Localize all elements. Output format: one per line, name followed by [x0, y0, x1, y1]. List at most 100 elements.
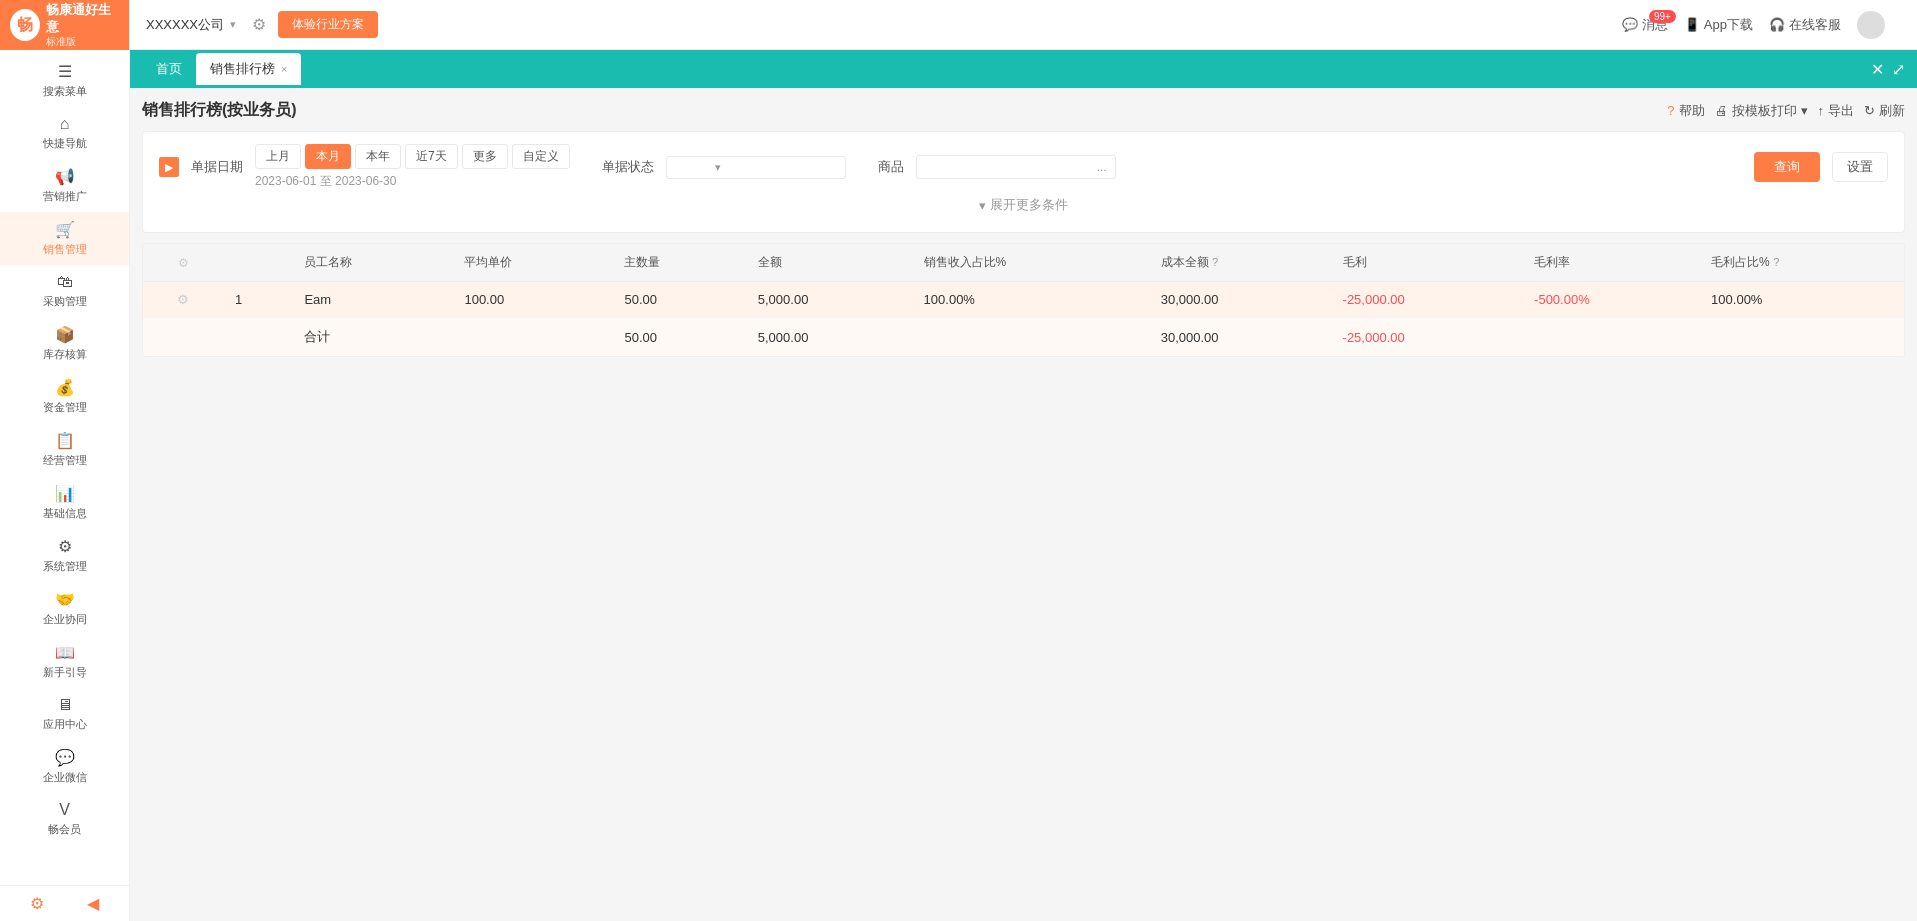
system-icon: ⚙ [58, 537, 72, 556]
goods-label: 商品 [878, 158, 904, 176]
quick-icon: ⌂ [60, 115, 70, 133]
date-btn-近7天[interactable]: 近7天 [405, 144, 458, 169]
sidebar-item-sales[interactable]: 🛒 销售管理 [0, 212, 129, 265]
col-gross-pct: 毛利占比% ? [1699, 244, 1904, 282]
sidebar-label-finance: 资金管理 [43, 400, 87, 415]
footer-rank [223, 318, 292, 357]
row-settings-icon[interactable]: ⚙ [143, 282, 223, 318]
print-button[interactable]: 🖨 按模板打印 ▾ [1715, 102, 1808, 120]
gross-pct-help-icon[interactable]: ? [1773, 256, 1779, 268]
export-button[interactable]: ↑ 导出 [1818, 102, 1855, 120]
sidebar: 畅 畅康通好生意 标准版 ☰ 搜索菜单⌂ 快捷导航📢 营销推广🛒 销售管理🛍 采… [0, 0, 130, 921]
sidebar-label-guide: 新手引导 [43, 665, 87, 680]
date-btn-本年[interactable]: 本年 [355, 144, 401, 169]
refresh-button[interactable]: ↻ 刷新 [1864, 102, 1905, 120]
company-name: XXXXXX公司 [146, 16, 224, 34]
sidebar-item-finance[interactable]: 💰 资金管理 [0, 370, 129, 423]
col-gross: 毛利 [1331, 244, 1523, 282]
sidebar-item-quick[interactable]: ⌂ 快捷导航 [0, 107, 129, 159]
date-btn-本月[interactable]: 本月 [305, 144, 351, 169]
inventory-icon: 📦 [55, 325, 75, 344]
app-download-button[interactable]: 📱 App下载 [1684, 16, 1753, 34]
footer-amount: 5,000.00 [746, 318, 912, 357]
tab-sales-ranking[interactable]: 销售排行榜 × [196, 53, 301, 85]
expand-button[interactable]: ▾ 展开更多条件 [979, 196, 1068, 214]
online-service-button[interactable]: 🎧 在线客服 [1769, 16, 1841, 34]
table-header-row: ⚙ 员工名称 平均单价 主数量 全额 销售收入占比% 成本全额 ? 毛利 毛利率… [143, 244, 1904, 282]
guide-icon: 📖 [55, 643, 75, 662]
col-name: 员工名称 [292, 244, 452, 282]
date-btn-自定义[interactable]: 自定义 [512, 144, 570, 169]
logo-area: 畅 畅康通好生意 标准版 [0, 0, 129, 50]
sidebar-settings-icon[interactable]: ⚙ [30, 894, 44, 913]
sidebar-label-search: 搜索菜单 [43, 84, 87, 99]
sidebar-item-marketing[interactable]: 📢 营销推广 [0, 159, 129, 212]
sidebar-item-wechat[interactable]: 💬 企业微信 [0, 740, 129, 793]
trial-button[interactable]: 体验行业方案 [278, 11, 378, 38]
footer-settings [143, 318, 223, 357]
col-qty: 主数量 [612, 244, 745, 282]
sidebar-label-wechat: 企业微信 [43, 770, 87, 785]
sidebar-label-marketing: 营销推广 [43, 189, 87, 204]
company-selector[interactable]: XXXXXX公司 ▾ [146, 16, 236, 34]
row-gross-rate: -500.00% [1522, 282, 1699, 318]
col-cost: 成本全额 ? [1149, 244, 1331, 282]
footer-gross-pct [1699, 318, 1904, 357]
window-expand-icon[interactable]: ⤢ [1892, 60, 1905, 79]
col-settings[interactable]: ⚙ [143, 244, 223, 282]
col-amount: 全额 [746, 244, 912, 282]
row-gross-pct: 100.00% [1699, 282, 1904, 318]
logo-icon: 畅 [10, 9, 40, 41]
help-button[interactable]: ? 帮助 [1667, 102, 1704, 120]
sidebar-item-collab[interactable]: 🤝 企业协同 [0, 582, 129, 635]
data-table: ⚙ 员工名称 平均单价 主数量 全额 销售收入占比% 成本全额 ? 毛利 毛利率… [142, 243, 1905, 357]
sidebar-item-guide[interactable]: 📖 新手引导 [0, 635, 129, 688]
sidebar-item-member[interactable]: V 畅会员 [0, 793, 129, 845]
sidebar-item-basic[interactable]: 📊 基础信息 [0, 476, 129, 529]
operations-icon: 📋 [55, 431, 75, 450]
footer-label: 合计 [292, 318, 452, 357]
row-avg-price: 100.00 [452, 282, 612, 318]
date-label: 单据日期 [191, 158, 243, 176]
table-wrap: ⚙ 员工名称 平均单价 主数量 全额 销售收入占比% 成本全额 ? 毛利 毛利率… [143, 244, 1904, 356]
cost-help-icon[interactable]: ? [1212, 256, 1218, 268]
sidebar-collapse-icon[interactable]: ◀ [87, 894, 99, 913]
filter-toggle-icon[interactable]: ▶ [159, 157, 179, 177]
tab-close-icon[interactable]: × [281, 63, 287, 75]
footer-cost: 30,000.00 [1149, 318, 1331, 357]
sidebar-item-system[interactable]: ⚙ 系统管理 [0, 529, 129, 582]
goods-more-icon[interactable]: ... [1097, 160, 1107, 174]
status-select[interactable]: ▾ [666, 156, 846, 179]
page-actions: ? 帮助 🖨 按模板打印 ▾ ↑ 导出 ↻ 刷新 [1667, 102, 1905, 120]
page-title: 销售排行榜(按业务员) [142, 100, 297, 121]
date-btn-上月[interactable]: 上月 [255, 144, 301, 169]
header-settings-icon[interactable]: ⚙ [252, 15, 266, 34]
sales-table: ⚙ 员工名称 平均单价 主数量 全额 销售收入占比% 成本全额 ? 毛利 毛利率… [143, 244, 1904, 356]
goods-input[interactable]: ... [916, 155, 1116, 179]
goods-search-input[interactable] [925, 160, 1097, 174]
search-icon: ☰ [58, 62, 72, 81]
sidebar-item-appstore[interactable]: 🖥 应用中心 [0, 688, 129, 740]
footer-sales-pct [912, 318, 1149, 357]
date-btn-更多[interactable]: 更多 [462, 144, 508, 169]
row-rank: 1 [223, 282, 292, 318]
query-button[interactable]: 查询 [1754, 152, 1820, 182]
sidebar-item-purchase[interactable]: 🛍 采购管理 [0, 265, 129, 317]
sidebar-item-search[interactable]: ☰ 搜索菜单 [0, 54, 129, 107]
date-range: 2023-06-01 至 2023-06-30 [255, 173, 570, 190]
refresh-icon: ↻ [1864, 103, 1875, 118]
sidebar-item-operations[interactable]: 📋 经营管理 [0, 423, 129, 476]
tab-home[interactable]: 首页 [142, 52, 196, 86]
window-close-icon[interactable]: ✕ [1871, 60, 1884, 79]
appstore-icon: 🖥 [57, 696, 73, 714]
avatar[interactable] [1857, 11, 1885, 39]
settings-small-button[interactable]: 设置 [1832, 152, 1888, 182]
content-area: 销售排行榜(按业务员) ? 帮助 🖨 按模板打印 ▾ ↑ 导出 ↻ 刷新 [130, 88, 1917, 921]
sidebar-label-system: 系统管理 [43, 559, 87, 574]
message-button[interactable]: 💬 消息 99+ [1622, 16, 1668, 34]
table-row: ⚙ 1 Eam 100.00 50.00 5,000.00 100.00% 30… [143, 282, 1904, 318]
logo-text: 畅康通好生意 标准版 [46, 2, 119, 49]
wechat-icon: 💬 [55, 748, 75, 767]
footer-gross: -25,000.00 [1331, 318, 1523, 357]
sidebar-item-inventory[interactable]: 📦 库存核算 [0, 317, 129, 370]
